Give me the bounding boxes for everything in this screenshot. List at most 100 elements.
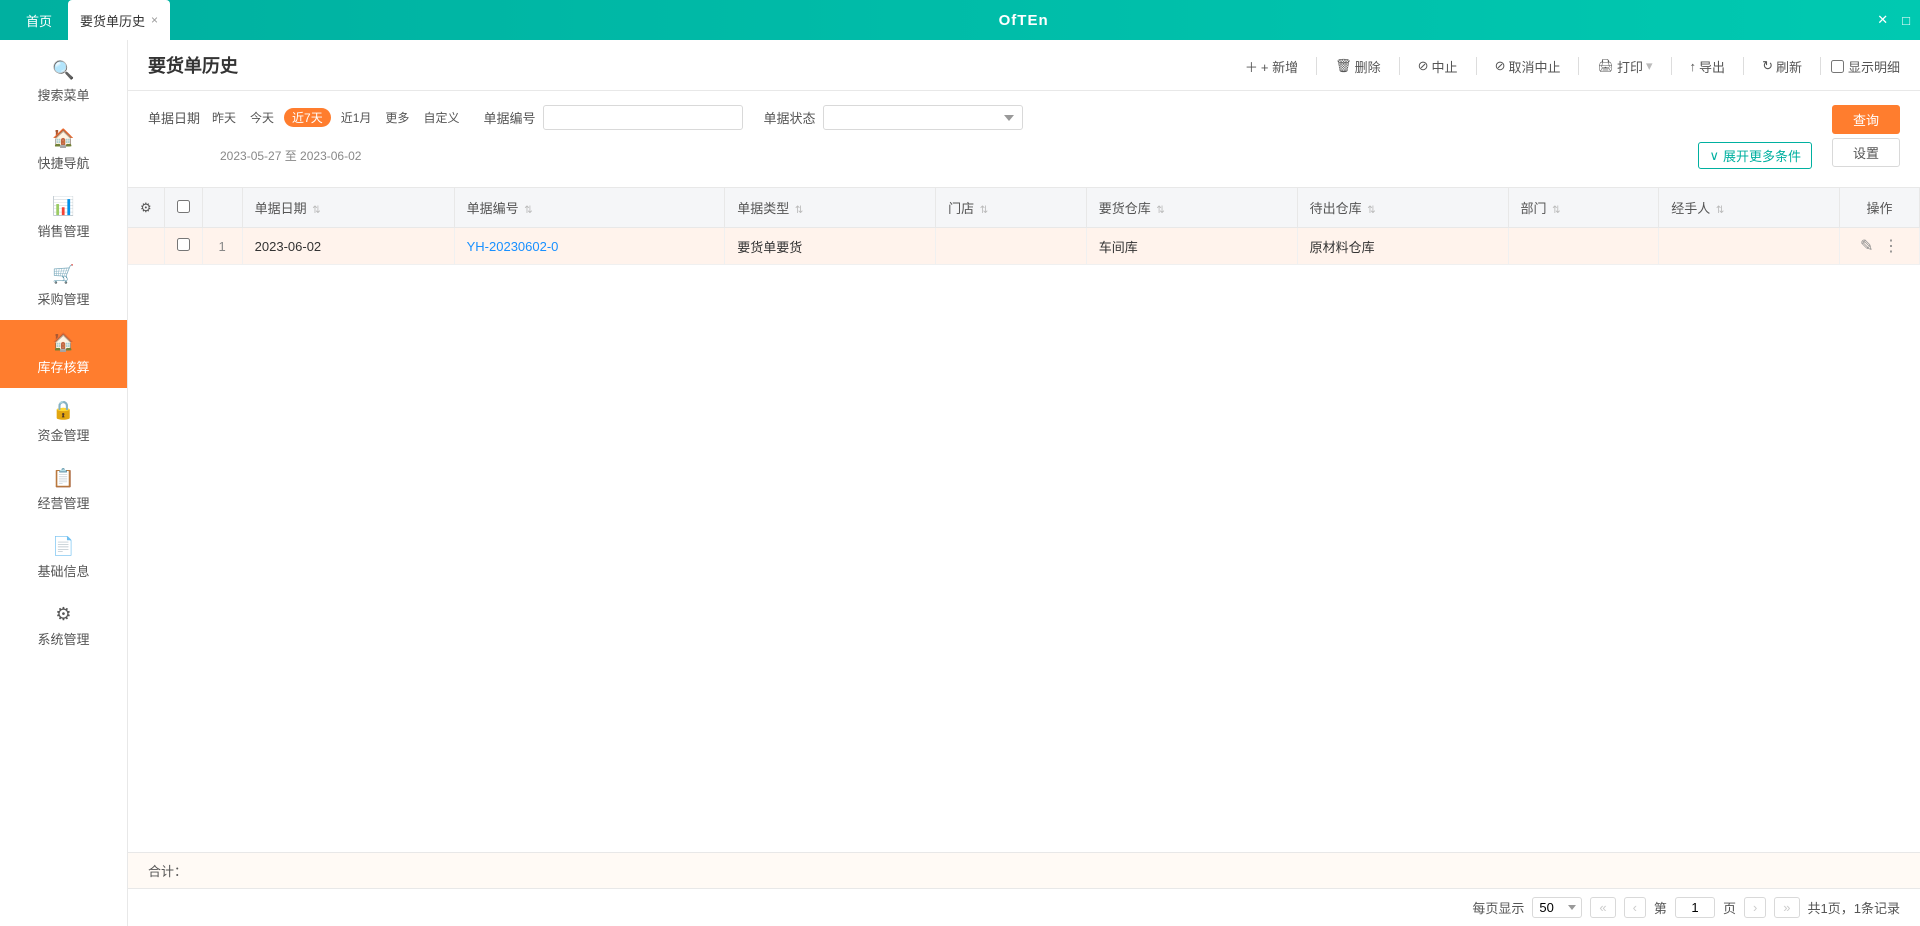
sidebar-item-finance-label: 资金管理 <box>37 425 89 444</box>
date-shortcut-custom[interactable]: 自定义 <box>419 108 463 127</box>
print-icon: 🖨 <box>1597 58 1614 74</box>
col-pending-warehouse: 待出仓库 ⇅ <box>1297 188 1508 228</box>
page-label-after: 页 <box>1723 898 1736 917</box>
next-page-btn[interactable]: › <box>1744 897 1766 918</box>
main-layout: 🔍 搜索菜单 🏠 快捷导航 📊 销售管理 🛒 采购管理 🏠 库存核算 🔒 资金管… <box>0 40 1920 926</box>
divider-2 <box>1399 57 1400 75</box>
total-label: 合计： <box>148 864 187 879</box>
settings-gear-icon[interactable]: ⚙ <box>140 200 152 215</box>
sidebar-item-purchase[interactable]: 🛒 采购管理 <box>0 252 127 320</box>
cancel-stop-icon: ⊘ <box>1495 58 1506 74</box>
col-doc-type-label: 单据类型 <box>737 201 789 216</box>
query-button[interactable]: 查询 <box>1832 105 1900 134</box>
stop-button[interactable]: ⊘ 中止 <box>1410 53 1466 80</box>
sort-store-icon[interactable]: ⇅ <box>980 205 988 216</box>
window-maximize-icon[interactable]: □ <box>1902 13 1910 28</box>
divider-6 <box>1743 57 1744 75</box>
col-dept: 部门 ⇅ <box>1508 188 1659 228</box>
page-header: 要货单历史 ＋ + 新增 🗑 删除 ⊘ 中止 <box>128 40 1920 91</box>
setting-button[interactable]: 设置 <box>1832 138 1900 167</box>
date-shortcut-1month[interactable]: 近1月 <box>337 108 376 127</box>
row-edit-icon[interactable]: ✎ <box>1860 238 1873 255</box>
basic-info-icon: 📄 <box>52 536 74 557</box>
sidebar-item-operation[interactable]: 📋 经营管理 <box>0 456 127 524</box>
window-close-icon[interactable]: ✕ <box>1877 12 1888 28</box>
col-settings: ⚙ <box>128 188 164 228</box>
filter-row-1: 单据日期 昨天 今天 近7天 近1月 更多 自定义 <box>148 105 1812 130</box>
toolbar: ＋ + 新增 🗑 删除 ⊘ 中止 ⊘ <box>1237 53 1900 90</box>
divider-5 <box>1671 57 1672 75</box>
sidebar-item-system[interactable]: ⚙ 系统管理 <box>0 592 127 660</box>
sidebar-item-sales[interactable]: 📊 销售管理 <box>0 184 127 252</box>
select-all-checkbox[interactable] <box>177 200 190 213</box>
sidebar-item-finance[interactable]: 🔒 资金管理 <box>0 388 127 456</box>
last-page-btn[interactable]: » <box>1774 897 1799 918</box>
sidebar-item-quick-nav[interactable]: 🏠 快捷导航 <box>0 116 127 184</box>
print-button[interactable]: 🖨 打印 ▾ <box>1589 53 1660 80</box>
sort-dept-icon[interactable]: ⇅ <box>1552 205 1560 216</box>
show-detail-checkbox[interactable]: 显示明细 <box>1831 57 1900 76</box>
tab-active[interactable]: 要货单历史 × <box>68 0 170 40</box>
brand-text: OfTEn <box>999 12 1049 29</box>
page-label-before: 第 <box>1654 898 1667 917</box>
sidebar-item-inventory[interactable]: 🏠 库存核算 <box>0 320 127 388</box>
page-input[interactable] <box>1675 897 1715 918</box>
inventory-icon: 🏠 <box>52 332 74 353</box>
sort-doc-no-icon[interactable]: ⇅ <box>524 205 532 216</box>
sort-pending-warehouse-icon[interactable]: ⇅ <box>1367 205 1375 216</box>
delete-button[interactable]: 🗑 删除 <box>1327 53 1389 80</box>
expand-more-btn[interactable]: ∨ 展开更多条件 <box>1698 142 1812 169</box>
row-select-checkbox[interactable] <box>177 238 190 251</box>
cancel-stop-button[interactable]: ⊘ 取消中止 <box>1487 53 1569 80</box>
date-shortcut-today[interactable]: 今天 <box>246 108 278 127</box>
data-table: ⚙ 单据日期 ⇅ 单据编号 ⇅ <box>128 188 1920 265</box>
refresh-button[interactable]: ↻ 刷新 <box>1754 53 1810 80</box>
col-store-label: 门店 <box>948 201 974 216</box>
first-page-btn[interactable]: « <box>1590 897 1615 918</box>
table-body: 1 2023-06-02 YH-20230602-0 要货单要货 车间库 原材料… <box>128 228 1920 265</box>
row-dept <box>1508 228 1659 265</box>
col-store: 门店 ⇅ <box>936 188 1087 228</box>
page-size-label: 每页显示 <box>1472 898 1524 917</box>
tab-home[interactable]: 首页 <box>10 0 68 40</box>
show-detail-input[interactable] <box>1831 60 1844 73</box>
sort-doc-type-icon[interactable]: ⇅ <box>795 205 803 216</box>
sidebar-item-basic-info[interactable]: 📄 基础信息 <box>0 524 127 592</box>
row-store <box>936 228 1087 265</box>
doc-no-input[interactable] <box>543 105 743 130</box>
row-operation: ✎ ⋮ <box>1840 228 1920 265</box>
new-button[interactable]: ＋ + 新增 <box>1237 53 1306 80</box>
sort-req-warehouse-icon[interactable]: ⇅ <box>1156 205 1164 216</box>
sort-handler-icon[interactable]: ⇅ <box>1716 205 1724 216</box>
sales-icon: 📊 <box>52 196 74 217</box>
col-doc-no: 单据编号 ⇅ <box>454 188 725 228</box>
divider-1 <box>1316 57 1317 75</box>
date-range-text: 2023-05-27 至 2023-06-02 <box>220 147 361 164</box>
quick-nav-icon: 🏠 <box>52 128 74 149</box>
date-shortcut-yesterday[interactable]: 昨天 <box>208 108 240 127</box>
date-shortcut-7days[interactable]: 近7天 <box>284 108 331 127</box>
col-dept-label: 部门 <box>1521 201 1547 216</box>
close-tab-icon[interactable]: × <box>151 13 158 27</box>
row-checkbox[interactable] <box>164 228 202 265</box>
col-handler: 经手人 ⇅ <box>1659 188 1840 228</box>
status-select[interactable] <box>823 105 1023 130</box>
row-handler <box>1659 228 1840 265</box>
date-shortcuts: 昨天 今天 近7天 近1月 更多 自定义 <box>208 108 463 127</box>
doc-no-link[interactable]: YH-20230602-0 <box>467 239 559 254</box>
sidebar-item-search-menu-label: 搜索菜单 <box>37 85 89 104</box>
row-doc-no[interactable]: YH-20230602-0 <box>454 228 725 265</box>
date-shortcut-more[interactable]: 更多 <box>381 108 413 127</box>
row-num: 1 <box>202 228 242 265</box>
export-button[interactable]: ↑ 导出 <box>1682 53 1734 80</box>
sidebar-item-search-menu[interactable]: 🔍 搜索菜单 <box>0 48 127 116</box>
divider-3 <box>1476 57 1477 75</box>
prev-page-btn[interactable]: ‹ <box>1624 897 1646 918</box>
sort-date-icon[interactable]: ⇅ <box>312 205 320 216</box>
table-wrapper: ⚙ 单据日期 ⇅ 单据编号 ⇅ <box>128 188 1920 852</box>
row-more-icon[interactable]: ⋮ <box>1883 238 1899 255</box>
page-size-select[interactable]: 20 50 100 <box>1532 897 1582 918</box>
sidebar-item-purchase-label: 采购管理 <box>37 289 89 308</box>
filter-status: 单据状态 <box>763 105 1023 130</box>
page-title: 要货单历史 <box>148 52 238 78</box>
